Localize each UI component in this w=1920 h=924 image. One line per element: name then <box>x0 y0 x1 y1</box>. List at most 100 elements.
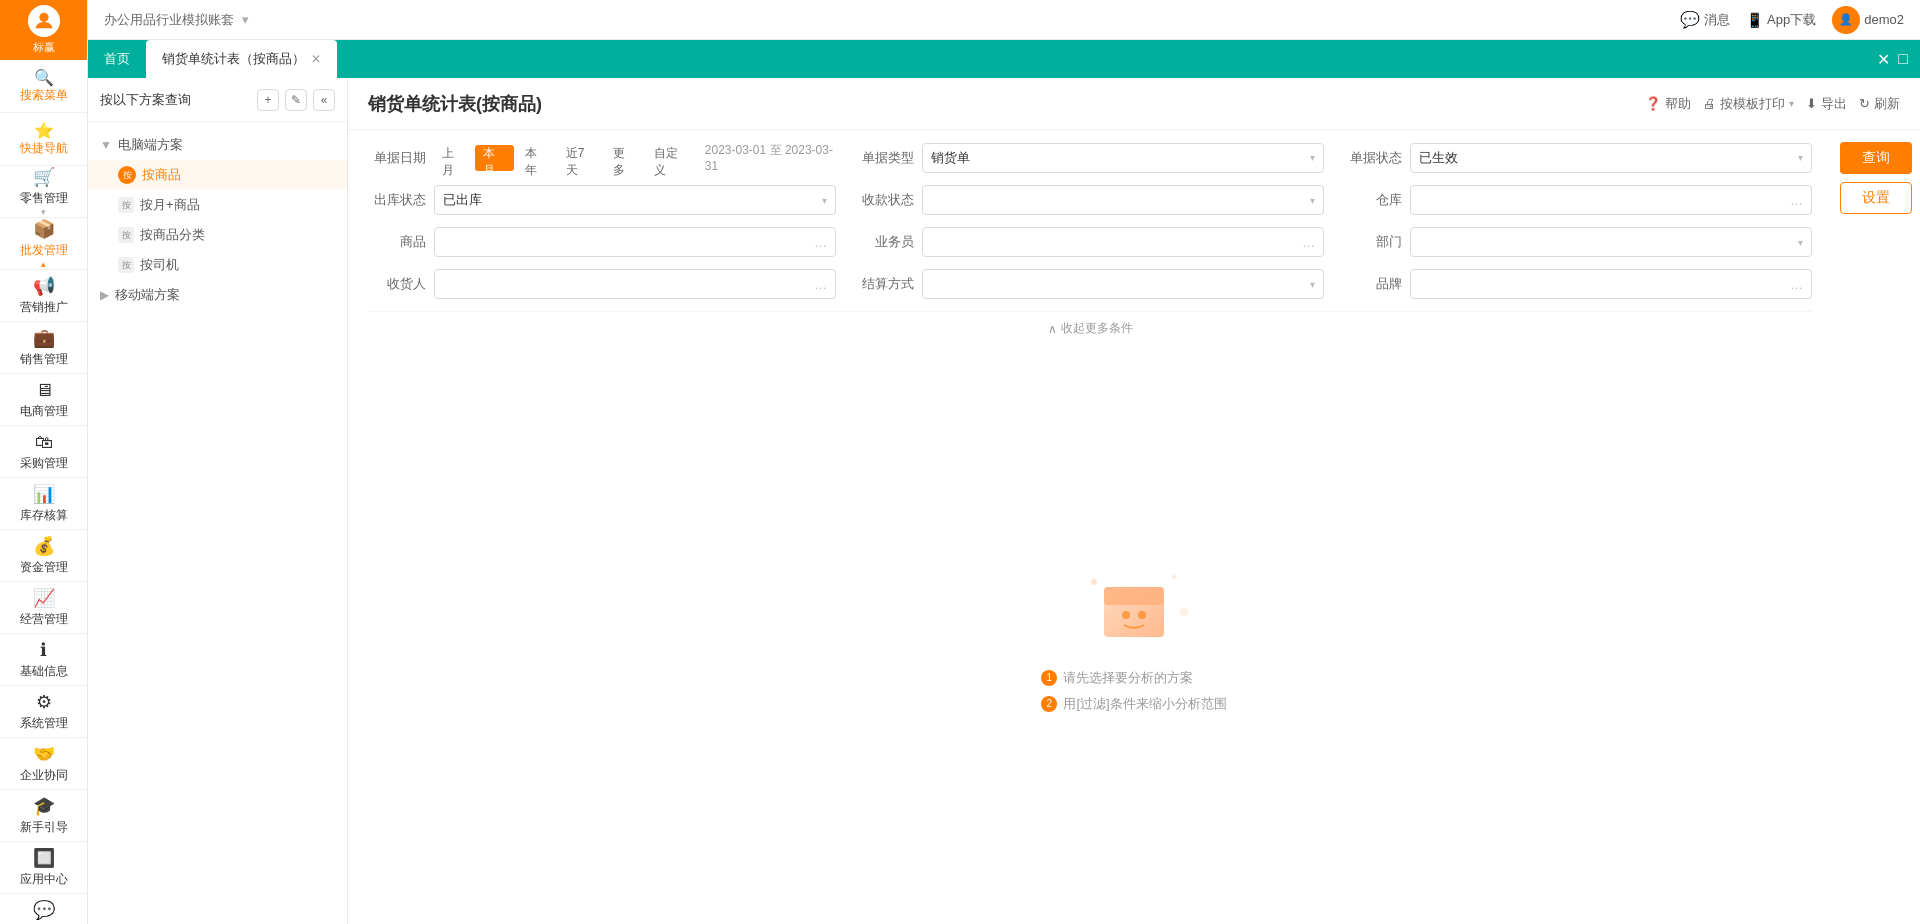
tree-mobile-collapse-icon: ▶ <box>100 288 109 302</box>
tree-desktop-parent[interactable]: ▼ 电脑端方案 <box>88 130 347 160</box>
date-btn-more[interactable]: 更多 <box>605 145 643 171</box>
date-btn-this-month[interactable]: 本月 <box>475 145 513 171</box>
sidebar-item-marketing[interactable]: 📢 营销推广 <box>0 270 88 322</box>
receiver-filter: 收货人 … <box>368 269 836 299</box>
status-filter: 单据状态 已生效 ▾ <box>1344 143 1812 173</box>
sidebar-item-purchase-label: 采购管理 <box>20 455 68 472</box>
search-button[interactable]: 查询 <box>1840 142 1912 174</box>
date-btn-last-month[interactable]: 上月 <box>434 145 472 171</box>
export-btn[interactable]: ⬇ 导出 <box>1806 95 1847 113</box>
sidebar-item-coop[interactable]: 🤝 企业协同 <box>0 738 88 790</box>
download-icon: 📱 <box>1746 12 1763 28</box>
collapse-panel-btn[interactable]: « <box>313 89 335 111</box>
staff-dots: … <box>1302 235 1315 250</box>
add-scheme-btn[interactable]: + <box>257 89 279 111</box>
payment-method-select[interactable]: ▾ <box>922 269 1324 299</box>
sidebar-item-purchase[interactable]: 🛍 采购管理 <box>0 426 88 478</box>
status-select[interactable]: 已生效 ▾ <box>1410 143 1812 173</box>
search-menu[interactable]: 🔍 搜索菜单 <box>0 60 88 113</box>
tab-maximize-btn[interactable]: □ <box>1898 50 1908 68</box>
date-btn-custom[interactable]: 自定义 <box>646 145 695 171</box>
sidebar-item-wholesale-label: 批发管理 <box>20 242 68 259</box>
sidebar-item-operation[interactable]: 📈 经营管理 <box>0 582 88 634</box>
product-input[interactable]: … <box>434 227 836 257</box>
staff-label: 业务员 <box>856 233 922 251</box>
date-btn-7days[interactable]: 近7天 <box>558 145 602 171</box>
settings-button[interactable]: 设置 <box>1840 182 1912 214</box>
tree-mobile-parent[interactable]: ▶ 移动端方案 <box>88 280 347 310</box>
industry-dropdown-arrow[interactable]: ▾ <box>242 12 249 27</box>
collapse-arrow-icon: ∧ <box>1048 322 1057 336</box>
tab-report[interactable]: 销货单统计表（按商品） ✕ <box>146 40 337 78</box>
tab-home[interactable]: 首页 <box>88 40 146 78</box>
warehouse-filter: 仓库 … <box>1344 185 1812 215</box>
edit-scheme-btn[interactable]: ✎ <box>285 89 307 111</box>
system-icon: ⚙ <box>36 691 52 713</box>
template-print-btn[interactable]: 🖨 按模板打印 ▾ <box>1703 95 1794 113</box>
sidebar-item-inventory-label: 库存核算 <box>20 507 68 524</box>
tab-close-btn[interactable]: ✕ <box>1877 50 1890 69</box>
warehouse-input[interactable]: … <box>1410 185 1812 215</box>
right-main: 销货单统计表(按商品) ❓ 帮助 🖨 按模板打印 ▾ ⬇ 导出 <box>348 78 1920 924</box>
brand-dots: … <box>1790 277 1803 292</box>
finance-icon: 💰 <box>33 535 55 557</box>
scheme-tree: ▼ 电脑端方案 按 按商品 按 按月+商品 按 按商品分类 按 按司机 <box>88 122 347 318</box>
staff-input[interactable]: … <box>922 227 1324 257</box>
svg-point-7 <box>1180 608 1188 616</box>
sidebar-item-apps[interactable]: 🔲 应用中心 <box>0 842 88 894</box>
sidebar-item-sales[interactable]: 💼 销售管理 <box>0 322 88 374</box>
type-select[interactable]: 销货单 ▾ <box>922 143 1324 173</box>
sidebar-item-basic[interactable]: ℹ 基础信息 <box>0 634 88 686</box>
payment-select[interactable]: ▾ <box>922 185 1324 215</box>
outbound-value: 已出库 <box>443 191 822 209</box>
empty-tip-2: 2 用[过滤]条件来缩小分析范围 <box>1041 695 1226 713</box>
app-download-label: App下载 <box>1767 11 1816 29</box>
filter-rows-area: 单据日期 上月 本月 本年 近7天 更多 自定义 2023-03-01 至 20… <box>348 130 1832 345</box>
tree-by-clerk[interactable]: 按 按司机 <box>88 250 347 280</box>
sidebar-item-wechat[interactable]: 💬 企业微信 <box>0 894 88 924</box>
outbound-select[interactable]: 已出库 ▾ <box>434 185 836 215</box>
tree-by-product-label: 按商品 <box>142 166 181 184</box>
tree-mobile-label: 移动端方案 <box>115 286 180 304</box>
svg-point-6 <box>1172 575 1176 579</box>
svg-point-5 <box>1091 579 1097 585</box>
sidebar-item-retail[interactable]: 🛒 零售管理 ▾ <box>0 166 88 218</box>
message-icon: 💬 <box>1680 10 1700 29</box>
tree-by-product[interactable]: 按 按商品 <box>88 160 347 190</box>
purchase-icon: 🛍 <box>35 432 53 453</box>
user-menu[interactable]: 👤 demo2 <box>1832 6 1904 34</box>
receiver-input[interactable]: … <box>434 269 836 299</box>
help-btn[interactable]: ❓ 帮助 <box>1645 95 1691 113</box>
receiver-label: 收货人 <box>368 275 434 293</box>
dept-select[interactable]: ▾ <box>1410 227 1812 257</box>
sales-icon: 💼 <box>33 327 55 349</box>
sidebar-item-inventory[interactable]: 📊 库存核算 <box>0 478 88 530</box>
sidebar-item-system[interactable]: ⚙ 系统管理 <box>0 686 88 738</box>
left-panel-header: 按以下方案查询 + ✎ « <box>88 78 347 122</box>
tree-by-month-product[interactable]: 按 按月+商品 <box>88 190 347 220</box>
main-area: 办公用品行业模拟账套 ▾ 💬 消息 📱 App下载 👤 demo2 首页 <box>88 0 1920 924</box>
sidebar-item-wholesale[interactable]: 📦 批发管理 ▴ <box>0 218 88 270</box>
sidebar-item-ecommerce[interactable]: 🖥 电商管理 <box>0 374 88 426</box>
brand-input[interactable]: … <box>1410 269 1812 299</box>
add-icon: + <box>264 93 271 107</box>
left-panel-actions: + ✎ « <box>257 89 335 111</box>
collapse-filters-btn[interactable]: ∧ 收起更多条件 <box>368 311 1812 345</box>
tab-report-close[interactable]: ✕ <box>311 52 321 66</box>
refresh-btn[interactable]: ↻ 刷新 <box>1859 95 1900 113</box>
header-right: 💬 消息 📱 App下载 👤 demo2 <box>1680 6 1904 34</box>
guide-icon: 🎓 <box>33 795 55 817</box>
message-btn[interactable]: 💬 消息 <box>1680 10 1730 29</box>
app-download-btn[interactable]: 📱 App下载 <box>1746 11 1816 29</box>
left-panel-title: 按以下方案查询 <box>100 91 191 109</box>
sidebar-item-finance[interactable]: 💰 资金管理 <box>0 530 88 582</box>
help-icon: ❓ <box>1645 96 1661 111</box>
operation-icon: 📈 <box>33 587 55 609</box>
sidebar-item-sales-label: 销售管理 <box>20 351 68 368</box>
sidebar-item-ecommerce-label: 电商管理 <box>20 403 68 420</box>
sidebar-item-guide[interactable]: 🎓 新手引导 <box>0 790 88 842</box>
tree-by-category[interactable]: 按 按商品分类 <box>88 220 347 250</box>
date-btn-this-year[interactable]: 本年 <box>517 145 555 171</box>
quick-nav[interactable]: ⭐ 快捷导航 <box>0 113 88 166</box>
empty-tips: 1 请先选择要分析的方案 2 用[过滤]条件来缩小分析范围 <box>1041 669 1226 713</box>
